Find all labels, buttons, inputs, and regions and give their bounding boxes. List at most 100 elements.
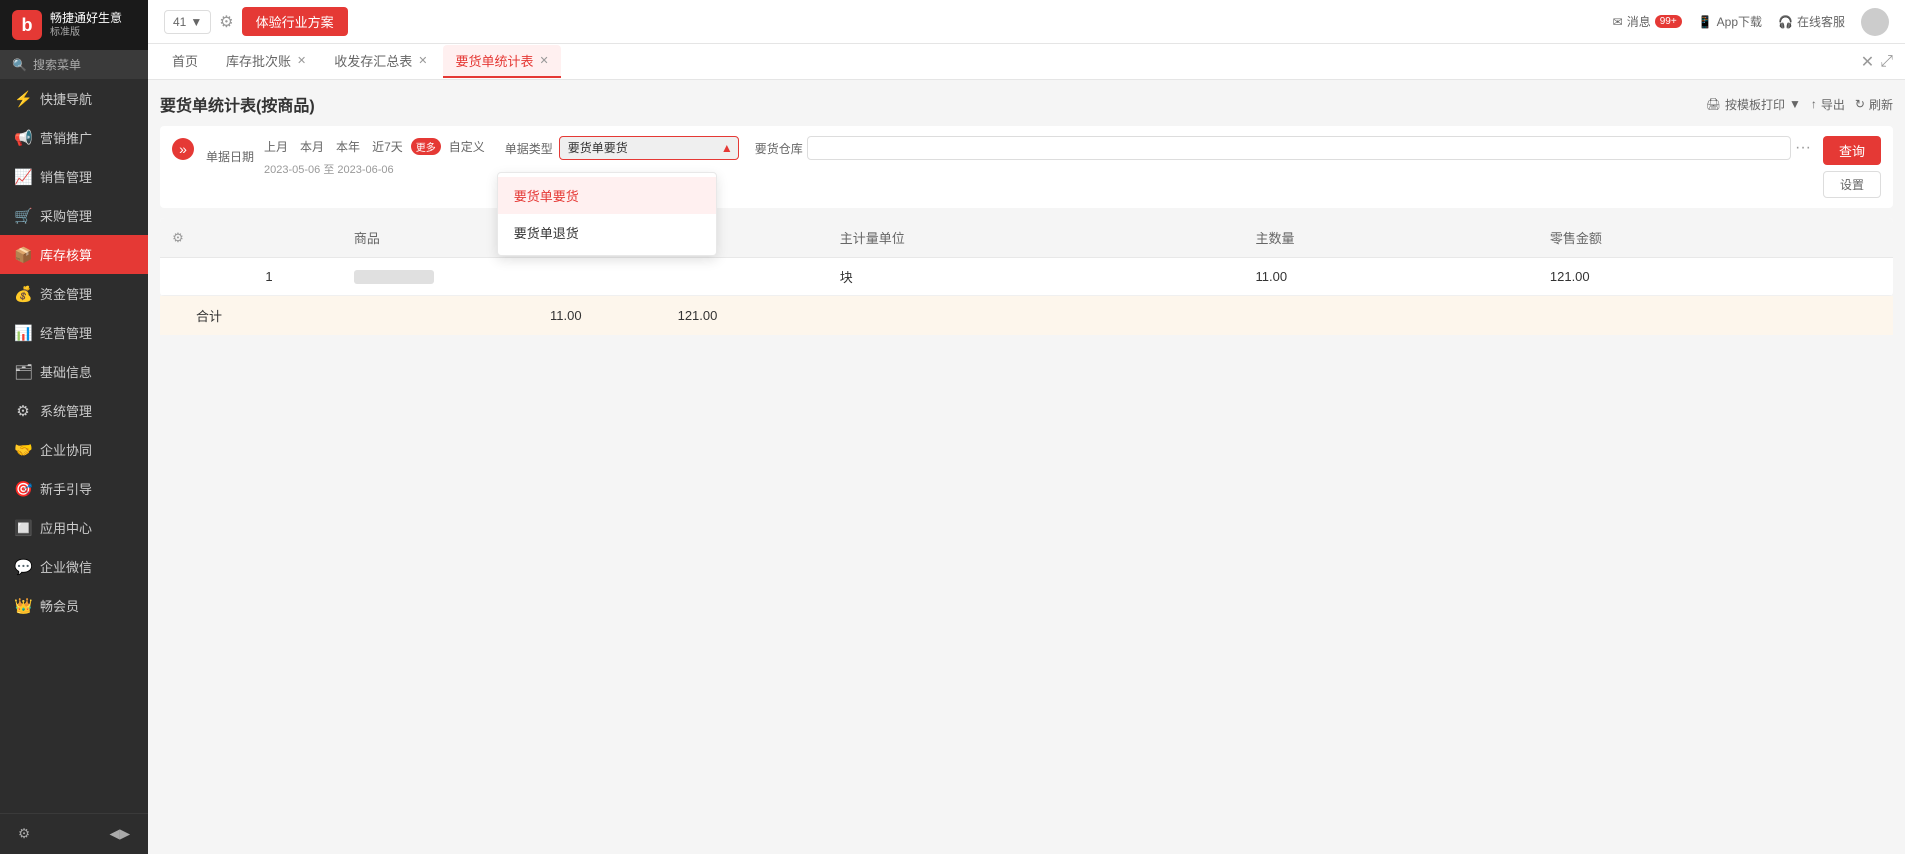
cell-settings xyxy=(160,258,196,296)
sidebar-item-quick-nav[interactable]: ⚡ 快捷导航 xyxy=(0,79,148,118)
sidebar-item-sales[interactable]: 📈 销售管理 xyxy=(0,157,148,196)
product-placeholder xyxy=(354,270,434,284)
warehouse-more-icon[interactable]: ··· xyxy=(1795,139,1811,157)
sidebar-collapse-btn[interactable]: ◀▶ xyxy=(106,822,135,846)
page-title: 要货单统计表(按商品) xyxy=(160,92,315,116)
sidebar-item-marketing[interactable]: 📢 营销推广 xyxy=(0,118,148,157)
dropdown-item-order-delivery[interactable]: 要货单要货 xyxy=(498,177,716,214)
tab-bar-right: ✕ ⤢ xyxy=(1861,52,1893,72)
sidebar-item-basic-info[interactable]: 🗂 基础信息 xyxy=(0,352,148,391)
dropdown-arrow-icon: ▼ xyxy=(190,15,202,29)
sidebar-search[interactable]: 🔍 搜索菜单 xyxy=(0,50,148,79)
table-row: 1 块 11.00 121.00 xyxy=(160,258,1893,296)
filter-expand-btn[interactable]: » xyxy=(172,138,194,160)
purchase-icon: 🛒 xyxy=(14,207,32,225)
type-select[interactable]: -- 要货单要货 要货单退货 xyxy=(559,136,739,160)
tab-close-inventory-batch[interactable]: ✕ xyxy=(297,54,306,67)
cell-amount: 121.00 xyxy=(1538,258,1893,296)
message-btn[interactable]: ✉ 消息 99+ xyxy=(1613,13,1682,30)
tab-home[interactable]: 首页 xyxy=(160,45,210,78)
date-btn-custom[interactable]: 自定义 xyxy=(445,136,489,157)
tab-close-receivable-summary[interactable]: ✕ xyxy=(418,54,427,67)
tab-close-order-summary[interactable]: ✕ xyxy=(540,54,549,67)
page-actions: 🖨 按模板打印 ▼ ↑ 导出 ↻ 刷新 xyxy=(1706,96,1893,113)
query-button[interactable]: 查询 xyxy=(1823,136,1881,165)
sidebar-item-purchase[interactable]: 🛒 采购管理 xyxy=(0,196,148,235)
date-more-badge[interactable]: 更多 xyxy=(411,138,441,155)
header-left: 41 ▼ ⚙ 体验行业方案 xyxy=(164,7,348,36)
summary-row: 合计 11.00 121.00 xyxy=(160,296,1893,335)
sidebar-item-enterprise[interactable]: 🤝 企业协同 xyxy=(0,430,148,469)
filter-settings-button[interactable]: 设置 xyxy=(1823,171,1881,198)
trial-button[interactable]: 体验行业方案 xyxy=(242,7,348,36)
logo-icon: b xyxy=(12,10,42,40)
operations-icon: 📊 xyxy=(14,324,32,342)
header-settings-icon[interactable]: ⚙ xyxy=(219,12,233,32)
warehouse-filter: 要货仓库 ··· xyxy=(755,136,1811,160)
tab-maximize[interactable]: ⤢ xyxy=(1880,53,1893,71)
col-quantity-header: 主数量 xyxy=(1244,218,1538,258)
store-selector[interactable]: 41 ▼ xyxy=(164,10,211,34)
sidebar-item-corp-wechat[interactable]: 💬 企业微信 xyxy=(0,547,148,586)
table-head: ⚙ 商品 主计量单位 主数量 零售金额 xyxy=(160,218,1893,258)
sidebar-item-system[interactable]: ⚙ 系统管理 xyxy=(0,391,148,430)
app-logo: b 畅捷通好生意 标准版 xyxy=(0,0,148,50)
date-range-text: 2023-05-06 至 2023-06-06 xyxy=(260,161,489,177)
warehouse-input[interactable] xyxy=(807,136,1791,160)
print-template-btn[interactable]: 🖨 按模板打印 ▼ xyxy=(1706,96,1801,113)
refresh-icon: ↻ xyxy=(1855,97,1865,111)
sidebar-nav: ⚡ 快捷导航 📢 营销推广 📈 销售管理 🛒 采购管理 📦 库存核算 💰 资金管… xyxy=(0,79,148,813)
finance-icon: 💰 xyxy=(14,285,32,303)
date-btn-this-year[interactable]: 本年 xyxy=(332,136,364,157)
col-settings-header: ⚙ xyxy=(160,218,196,258)
sidebar-item-membership[interactable]: 👑 畅会员 xyxy=(0,586,148,625)
table-body: 1 块 11.00 121.00 xyxy=(160,258,1893,296)
dropdown-item-order-return[interactable]: 要货单退货 xyxy=(498,214,716,251)
page-content: 要货单统计表(按商品) 🖨 按模板打印 ▼ ↑ 导出 ↻ 刷新 » xyxy=(148,80,1905,854)
sidebar-bottom: ⚙ ◀▶ xyxy=(0,813,148,854)
header-right: ✉ 消息 99+ 📱 App下载 🎧 在线客服 xyxy=(1613,8,1889,36)
page-title-bar: 要货单统计表(按商品) 🖨 按模板打印 ▼ ↑ 导出 ↻ 刷新 xyxy=(160,92,1893,116)
membership-icon: 👑 xyxy=(14,597,32,615)
logo-text: 畅捷通好生意 标准版 xyxy=(50,11,122,40)
sidebar-item-guide[interactable]: 🎯 新手引导 xyxy=(0,469,148,508)
type-dropdown-menu: 要货单要货 要货单退货 xyxy=(497,172,717,256)
cell-quantity: 11.00 xyxy=(1244,258,1538,296)
date-shortcuts: 上月 本月 本年 近7天 更多 自定义 xyxy=(260,136,489,157)
col-amount-header: 零售金额 xyxy=(1538,218,1893,258)
date-btn-this-month[interactable]: 本月 xyxy=(296,136,328,157)
summary-amount: 121.00 xyxy=(678,308,718,323)
main-area: 41 ▼ ⚙ 体验行业方案 ✉ 消息 99+ 📱 App下载 🎧 在线客服 xyxy=(148,0,1905,854)
tab-order-summary[interactable]: 要货单统计表 ✕ xyxy=(443,45,560,78)
corp-wechat-icon: 💬 xyxy=(14,558,32,576)
col-settings-gear-icon[interactable]: ⚙ xyxy=(172,230,184,245)
online-service-btn[interactable]: 🎧 在线客服 xyxy=(1778,13,1845,30)
table-card: ⚙ 商品 主计量单位 主数量 零售金额 1 xyxy=(160,218,1893,296)
tab-receivable-summary[interactable]: 收发存汇总表 ✕ xyxy=(322,45,439,78)
date-btn-last-7-days[interactable]: 近7天 xyxy=(368,136,407,157)
sidebar-item-finance[interactable]: 💰 资金管理 xyxy=(0,274,148,313)
col-rownum-header xyxy=(196,218,342,258)
export-btn[interactable]: ↑ 导出 xyxy=(1811,96,1845,113)
export-icon: ↑ xyxy=(1811,97,1817,111)
refresh-btn[interactable]: ↻ 刷新 xyxy=(1855,96,1893,113)
inventory-icon: 📦 xyxy=(14,246,32,264)
print-dropdown-icon: ▼ xyxy=(1789,97,1801,111)
type-filter: 单据类型 -- 要货单要货 要货单退货 ▲ 要货单要货 要货单退货 xyxy=(505,136,739,160)
sidebar-item-operations[interactable]: 📊 经营管理 xyxy=(0,313,148,352)
tab-inventory-batch[interactable]: 库存批次账 ✕ xyxy=(214,45,318,78)
summary-quantity: 11.00 xyxy=(550,308,582,323)
sidebar-item-app-center[interactable]: 🔲 应用中心 xyxy=(0,508,148,547)
search-icon: 🔍 xyxy=(12,58,27,72)
sidebar-settings-btn[interactable]: ⚙ xyxy=(14,822,34,846)
enterprise-icon: 🤝 xyxy=(14,441,32,459)
type-select-wrap: -- 要货单要货 要货单退货 ▲ xyxy=(559,136,739,160)
app-center-icon: 🔲 xyxy=(14,519,32,537)
app-download-btn[interactable]: 📱 App下载 xyxy=(1698,13,1762,30)
sidebar-item-inventory[interactable]: 📦 库存核算 xyxy=(0,235,148,274)
date-btn-last-month[interactable]: 上月 xyxy=(260,136,292,157)
user-avatar[interactable] xyxy=(1861,8,1889,36)
date-group: 上月 本月 本年 近7天 更多 自定义 2023-05-06 至 2023-06… xyxy=(260,136,489,177)
tab-close-all[interactable]: ✕ xyxy=(1861,52,1874,72)
col-unit-header: 主计量单位 xyxy=(828,218,1244,258)
